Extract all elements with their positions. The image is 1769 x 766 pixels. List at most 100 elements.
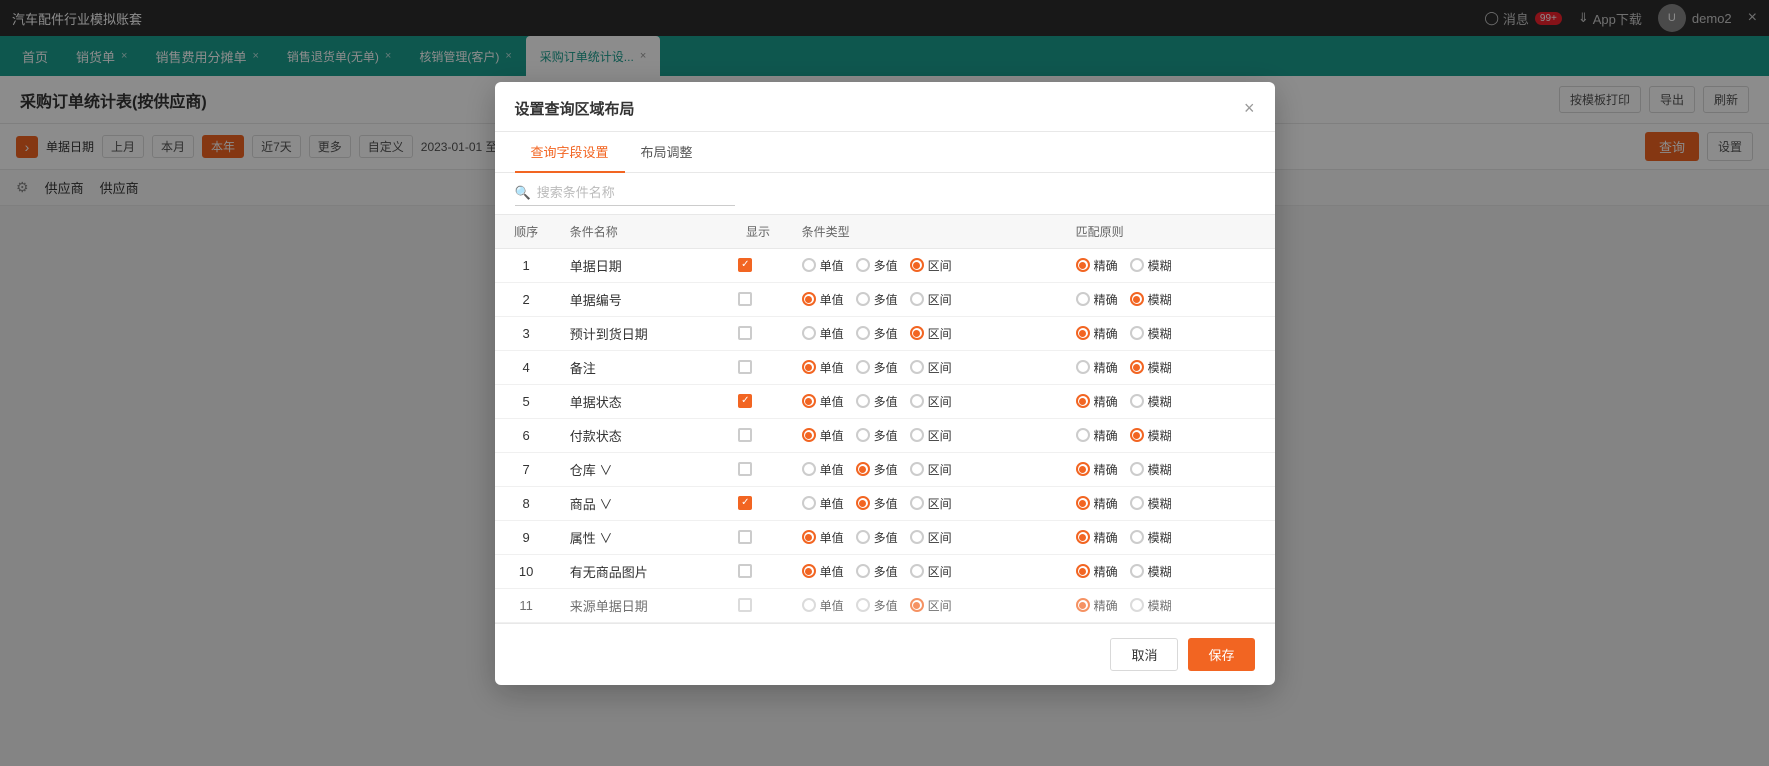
radio-range[interactable]: 区间 <box>910 257 952 274</box>
radio-fuzzy-circle[interactable] <box>1130 530 1144 544</box>
radio-fuzzy-circle[interactable] <box>1130 258 1144 272</box>
show-cell[interactable] <box>726 588 789 622</box>
radio-exact[interactable]: 精确 <box>1076 495 1118 512</box>
radio-single-circle[interactable] <box>802 292 816 306</box>
show-cell[interactable] <box>726 248 789 282</box>
radio-fuzzy-circle[interactable] <box>1130 598 1144 612</box>
radio-fuzzy-circle[interactable] <box>1130 360 1144 374</box>
radio-exact[interactable]: 精确 <box>1076 325 1118 342</box>
radio-multi-circle[interactable] <box>856 598 870 612</box>
radio-fuzzy[interactable]: 模糊 <box>1130 325 1172 342</box>
radio-exact-circle[interactable] <box>1076 258 1090 272</box>
radio-single-circle[interactable] <box>802 258 816 272</box>
show-cell[interactable] <box>726 520 789 554</box>
radio-fuzzy-circle[interactable] <box>1130 394 1144 408</box>
radio-range[interactable]: 区间 <box>910 495 952 512</box>
radio-exact[interactable]: 精确 <box>1076 257 1118 274</box>
radio-exact[interactable]: 精确 <box>1076 563 1118 580</box>
radio-single-circle[interactable] <box>802 462 816 476</box>
radio-range[interactable]: 区间 <box>910 461 952 478</box>
radio-fuzzy[interactable]: 模糊 <box>1130 495 1172 512</box>
show-checkbox[interactable] <box>738 530 752 544</box>
cancel-button[interactable]: 取消 <box>1110 638 1178 671</box>
show-cell[interactable] <box>726 418 789 452</box>
show-checkbox[interactable] <box>738 258 752 272</box>
show-checkbox[interactable] <box>738 394 752 408</box>
radio-exact-circle[interactable] <box>1076 530 1090 544</box>
radio-range-circle[interactable] <box>910 326 924 340</box>
radio-single[interactable]: 单值 <box>802 495 844 512</box>
radio-fuzzy-circle[interactable] <box>1130 292 1144 306</box>
show-checkbox[interactable] <box>738 360 752 374</box>
radio-fuzzy[interactable]: 模糊 <box>1130 461 1172 478</box>
show-checkbox[interactable] <box>738 428 752 442</box>
radio-exact[interactable]: 精确 <box>1076 597 1118 614</box>
radio-exact-circle[interactable] <box>1076 326 1090 340</box>
radio-fuzzy[interactable]: 模糊 <box>1130 257 1172 274</box>
radio-multi-circle[interactable] <box>856 496 870 510</box>
radio-single[interactable]: 单值 <box>802 359 844 376</box>
radio-multi-circle[interactable] <box>856 564 870 578</box>
radio-fuzzy[interactable]: 模糊 <box>1130 597 1172 614</box>
radio-exact-circle[interactable] <box>1076 394 1090 408</box>
radio-multi[interactable]: 多值 <box>856 563 898 580</box>
search-input[interactable] <box>537 185 735 200</box>
radio-exact[interactable]: 精确 <box>1076 529 1118 546</box>
radio-exact-circle[interactable] <box>1076 564 1090 578</box>
radio-fuzzy-circle[interactable] <box>1130 564 1144 578</box>
radio-exact-circle[interactable] <box>1076 598 1090 612</box>
radio-exact[interactable]: 精确 <box>1076 461 1118 478</box>
show-cell[interactable] <box>726 350 789 384</box>
tab-layout[interactable]: 布局调整 <box>625 132 709 173</box>
radio-multi[interactable]: 多值 <box>856 461 898 478</box>
radio-single-circle[interactable] <box>802 326 816 340</box>
radio-single-circle[interactable] <box>802 394 816 408</box>
radio-single[interactable]: 单值 <box>802 563 844 580</box>
radio-range[interactable]: 区间 <box>910 291 952 308</box>
radio-single-circle[interactable] <box>802 530 816 544</box>
radio-exact[interactable]: 精确 <box>1076 291 1118 308</box>
radio-single-circle[interactable] <box>802 496 816 510</box>
show-cell[interactable] <box>726 282 789 316</box>
radio-fuzzy[interactable]: 模糊 <box>1130 427 1172 444</box>
radio-range[interactable]: 区间 <box>910 563 952 580</box>
show-checkbox[interactable] <box>738 292 752 306</box>
radio-multi-circle[interactable] <box>856 394 870 408</box>
radio-range-circle[interactable] <box>910 360 924 374</box>
show-checkbox[interactable] <box>738 564 752 578</box>
radio-range[interactable]: 区间 <box>910 529 952 546</box>
radio-fuzzy[interactable]: 模糊 <box>1130 393 1172 410</box>
radio-single[interactable]: 单值 <box>802 257 844 274</box>
radio-multi[interactable]: 多值 <box>856 495 898 512</box>
radio-range[interactable]: 区间 <box>910 427 952 444</box>
radio-fuzzy[interactable]: 模糊 <box>1130 563 1172 580</box>
radio-single-circle[interactable] <box>802 598 816 612</box>
radio-range-circle[interactable] <box>910 530 924 544</box>
radio-exact[interactable]: 精确 <box>1076 427 1118 444</box>
show-cell[interactable] <box>726 316 789 350</box>
radio-fuzzy[interactable]: 模糊 <box>1130 529 1172 546</box>
radio-multi[interactable]: 多值 <box>856 529 898 546</box>
radio-single[interactable]: 单值 <box>802 291 844 308</box>
radio-single[interactable]: 单值 <box>802 529 844 546</box>
radio-multi[interactable]: 多值 <box>856 597 898 614</box>
radio-range-circle[interactable] <box>910 428 924 442</box>
radio-multi[interactable]: 多值 <box>856 427 898 444</box>
radio-exact-circle[interactable] <box>1076 462 1090 476</box>
radio-multi[interactable]: 多值 <box>856 257 898 274</box>
radio-single[interactable]: 单值 <box>802 461 844 478</box>
radio-range[interactable]: 区间 <box>910 393 952 410</box>
radio-fuzzy[interactable]: 模糊 <box>1130 291 1172 308</box>
radio-single-circle[interactable] <box>802 428 816 442</box>
radio-multi-circle[interactable] <box>856 428 870 442</box>
radio-single[interactable]: 单值 <box>802 325 844 342</box>
dialog-close-button[interactable]: × <box>1244 99 1255 117</box>
tab-query-fields[interactable]: 查询字段设置 <box>515 132 625 173</box>
radio-range[interactable]: 区间 <box>910 325 952 342</box>
radio-fuzzy-circle[interactable] <box>1130 462 1144 476</box>
radio-multi-circle[interactable] <box>856 292 870 306</box>
radio-exact-circle[interactable] <box>1076 496 1090 510</box>
radio-single-circle[interactable] <box>802 564 816 578</box>
radio-range-circle[interactable] <box>910 394 924 408</box>
show-checkbox[interactable] <box>738 496 752 510</box>
